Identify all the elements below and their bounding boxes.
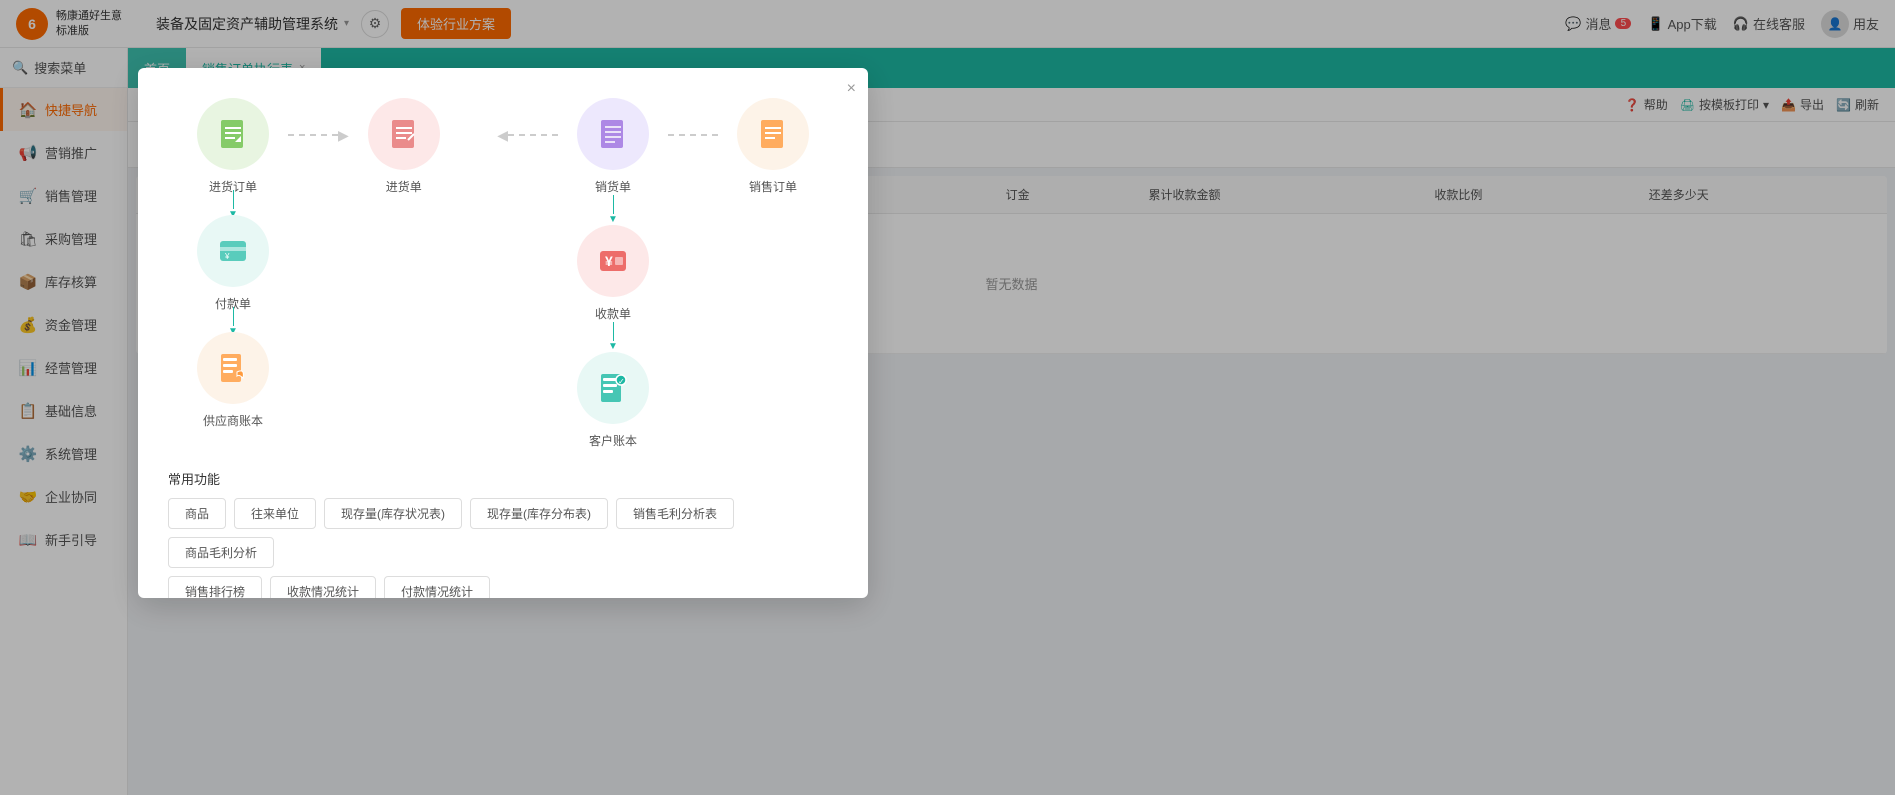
func-btn-payment-stat[interactable]: 付款情况统计 [384,576,490,598]
flow-col-mid-left: 进货单 [349,98,459,195]
flow-col-right: 销售订单 [718,98,828,195]
common-funcs-title: 常用功能 [168,469,838,488]
func-btn-counterpart[interactable]: 往来单位 [234,498,316,529]
customer-ledger-icon: ✓ [577,352,649,424]
purchase-receipt-icon [368,98,440,170]
receipt-label: 收款单 [595,305,631,322]
receipt-icon: ¥ [577,225,649,297]
func-buttons-row-2: 销售排行榜 收款情况统计 付款情况统计 [168,576,838,598]
flow-node-sales-receipt[interactable]: 销货单 [558,98,668,195]
sales-receipt-icon [577,98,649,170]
supplier-ledger-label: 供应商账本 [203,412,263,429]
flow-col-left: 进货订单 ▼ ¥ [178,98,288,429]
purchase-order-icon [197,98,269,170]
arrow-h-3 [668,98,718,136]
arrow-h-1: ▶ [288,98,349,144]
sales-order-icon [737,98,809,170]
func-btn-sales-gross[interactable]: 销售毛利分析表 [616,498,734,529]
modal-overlay[interactable]: × [0,0,1895,795]
flow-node-purchase-receipt[interactable]: 进货单 [349,98,459,195]
flow-node-payment[interactable]: ¥ 付款单 [178,215,288,312]
arrow-v-1: ▼ [228,195,238,215]
flow-node-supplier-ledger[interactable]: 供应商账本 [178,332,288,429]
arrow-v-2: ▼ [228,312,238,332]
payment-icon: ¥ [197,215,269,287]
flow-node-customer-ledger[interactable]: ✓ 客户账本 [558,352,668,449]
arrow-v-4: ▼ [608,322,618,352]
flow-node-sales-order[interactable]: 销售订单 [718,98,828,195]
customer-ledger-label: 客户账本 [589,432,637,449]
flow-node-purchase-order[interactable]: 进货订单 [178,98,288,195]
modal-close-button[interactable]: × [847,80,856,98]
flow-node-receipt[interactable]: ¥ 收款单 [558,225,668,322]
func-buttons-row-1: 商品 往来单位 现存量(库存状况表) 现存量(库存分布表) 销售毛利分析表 商品… [168,498,838,568]
func-btn-goods[interactable]: 商品 [168,498,226,529]
arrow-h-2: ◀ [497,98,558,144]
svg-text:✓: ✓ [618,377,625,386]
flow-col-mid-right: 销货单 ▼ ¥ 收款单 [558,98,668,449]
flow-diagram-area: 进货订单 ▼ ¥ [138,68,868,469]
sales-order-label: 销售订单 [749,178,797,195]
func-btn-stock-status[interactable]: 现存量(库存状况表) [324,498,462,529]
supplier-ledger-icon [197,332,269,404]
svg-text:¥: ¥ [224,252,230,261]
func-btn-stock-dist[interactable]: 现存量(库存分布表) [470,498,608,529]
svg-text:¥: ¥ [605,253,613,269]
sales-receipt-label: 销货单 [595,178,631,195]
quick-guide-modal: × [138,68,868,598]
func-btn-goods-gross[interactable]: 商品毛利分析 [168,537,274,568]
arrow-v-3: ▼ [608,195,618,225]
func-btn-sales-rank[interactable]: 销售排行榜 [168,576,262,598]
func-btn-receipt-stat[interactable]: 收款情况统计 [270,576,376,598]
common-funcs-area: 常用功能 商品 往来单位 现存量(库存状况表) 现存量(库存分布表) 销售毛利分… [138,469,868,598]
purchase-receipt-label: 进货单 [386,178,422,195]
